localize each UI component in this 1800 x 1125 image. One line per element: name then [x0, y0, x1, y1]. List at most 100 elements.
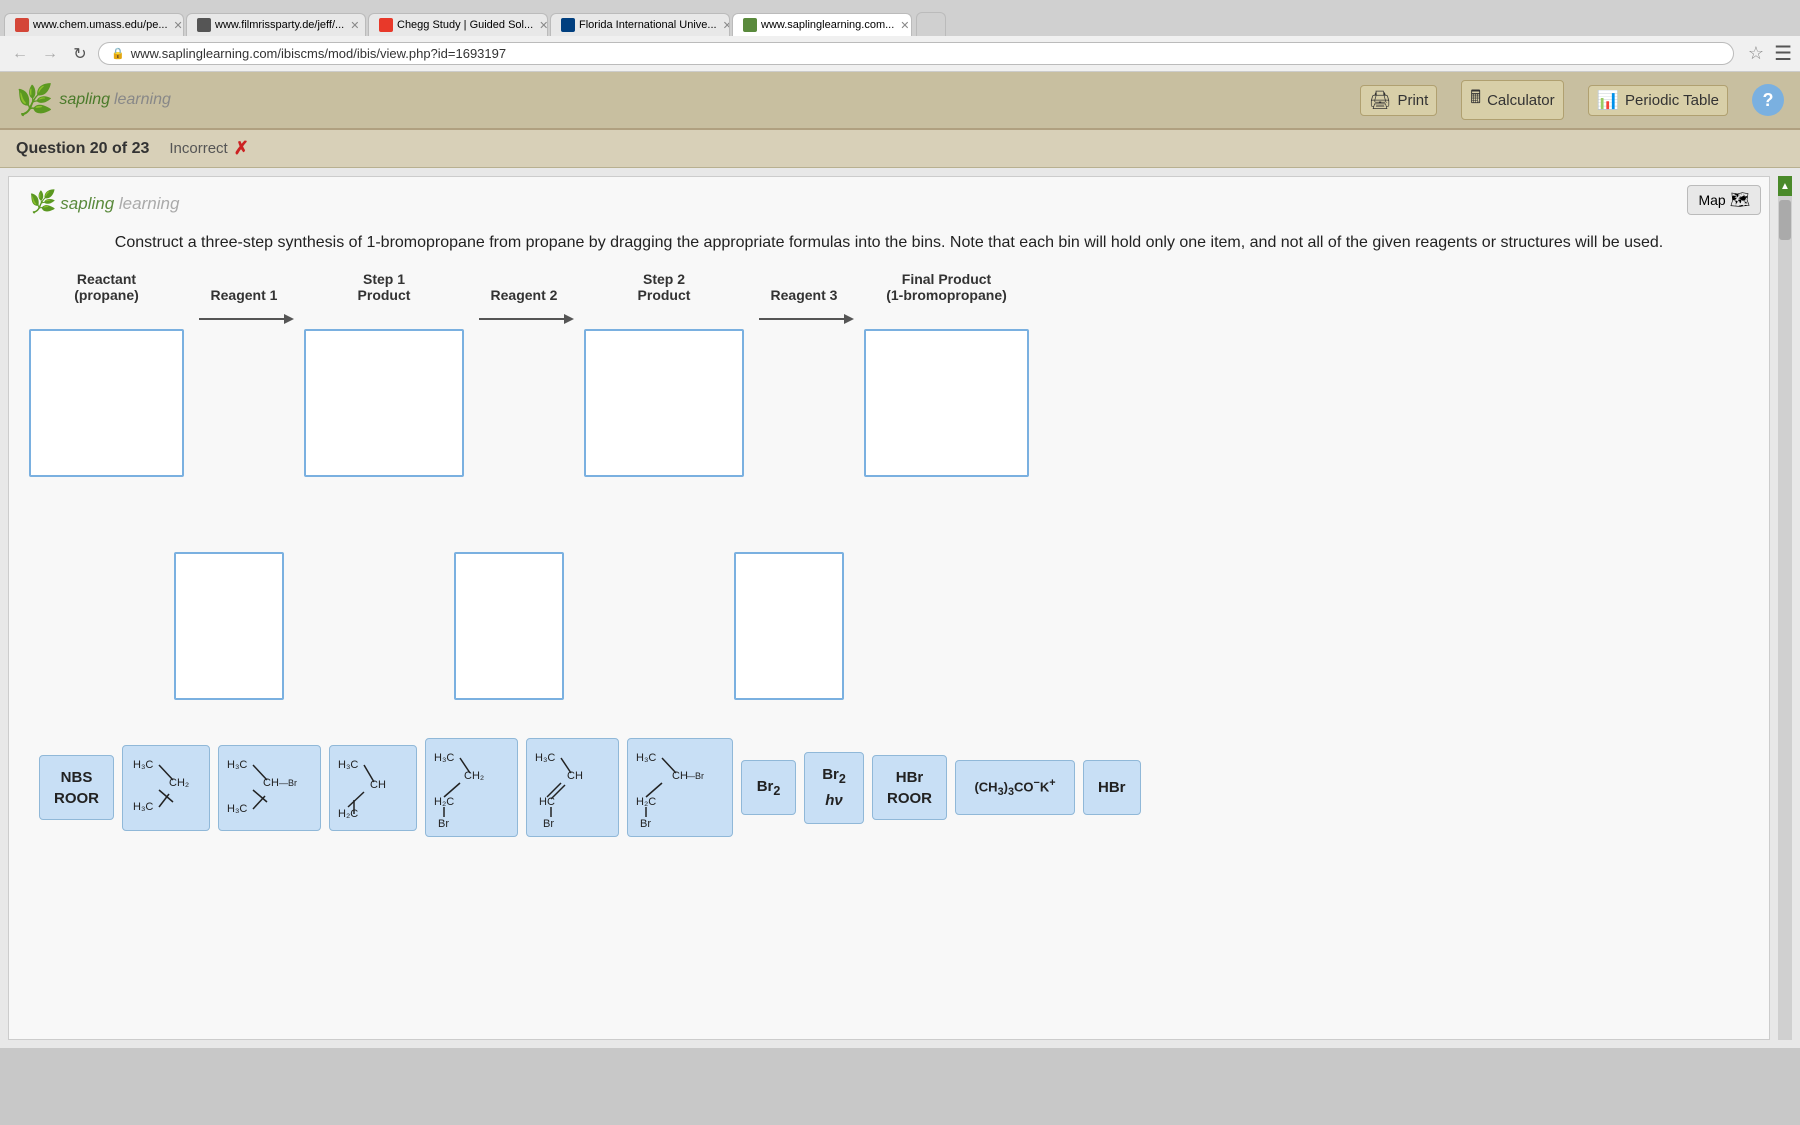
- drag-1brpropane-a[interactable]: H₃C CH₂ H₂C Br: [425, 738, 518, 837]
- tab-4-close[interactable]: ✕: [723, 19, 730, 32]
- drag-propene2[interactable]: H₃C CH HC Br: [526, 738, 619, 837]
- svg-text:H₃C: H₃C: [434, 752, 454, 764]
- tab-5-close[interactable]: ✕: [900, 19, 909, 32]
- svg-text:H₂C: H₂C: [338, 808, 358, 820]
- header-step1: Step 1Product: [304, 271, 464, 303]
- back-button[interactable]: ←: [8, 42, 32, 66]
- header-reactant: Reactant(propane): [29, 271, 184, 303]
- browser-chrome: www.chem.umass.edu/pe... ✕ www.filmrissp…: [0, 0, 1800, 72]
- svg-text:CH₂: CH₂: [169, 777, 189, 789]
- help-icon: ?: [1763, 90, 1774, 111]
- tab-4-label: Florida International Unive...: [579, 19, 717, 31]
- drag-1brpropane-b[interactable]: H₃C CH —Br H₂C Br: [627, 738, 733, 837]
- svg-text:—Br: —Br: [686, 771, 704, 781]
- help-button[interactable]: ?: [1752, 84, 1784, 116]
- sapling-wordmark: sapling learning: [59, 91, 171, 109]
- sapling-content-leaf-icon: 🌿: [29, 189, 56, 214]
- drag-items-area: NBSROOR H₃C CH₂ H₃C H₃C CH: [19, 722, 1161, 853]
- tab-4[interactable]: Florida International Unive... ✕: [550, 13, 730, 36]
- refresh-button[interactable]: ↻: [68, 42, 92, 66]
- status-text: Incorrect: [169, 140, 227, 157]
- question-header: Question 20 of 23 Incorrect ✗: [0, 130, 1800, 168]
- drag-tbutoxide[interactable]: (CH3)3CO−K+: [955, 760, 1075, 815]
- scrollbar-thumb[interactable]: [1779, 200, 1791, 240]
- drag-hbr[interactable]: HBr: [1083, 760, 1141, 815]
- tab-1-close[interactable]: ✕: [174, 19, 183, 32]
- lock-icon: 🔒: [111, 47, 125, 60]
- arrow-3-container: [744, 309, 864, 329]
- drag-br2[interactable]: Br2: [741, 760, 796, 815]
- propene-svg: H₃C CH H₂C: [338, 752, 408, 824]
- print-label: Print: [1397, 92, 1428, 109]
- drag-2brpropane[interactable]: H₃C CH —Br H₃C: [218, 745, 321, 831]
- drop-bin-step2[interactable]: [584, 329, 744, 477]
- svg-text:H₃C: H₃C: [227, 803, 247, 815]
- svg-text:H₃C: H₃C: [338, 759, 358, 771]
- synthesis-arrows-row: [29, 309, 1749, 329]
- 1brpropane-a-svg: H₃C CH₂ H₂C Br: [434, 745, 509, 830]
- tab-1-favicon: [15, 18, 29, 32]
- calculator-label: Calculator: [1487, 92, 1555, 109]
- map-button[interactable]: Map 🗺: [1687, 185, 1761, 215]
- print-button[interactable]: 🖨 Print: [1360, 85, 1438, 116]
- question-number: Question 20 of 23: [16, 140, 149, 158]
- scrollbar[interactable]: ▲: [1778, 176, 1792, 1040]
- svg-text:H₂C: H₂C: [434, 796, 454, 808]
- bookmark-icon[interactable]: ☆: [1748, 43, 1764, 64]
- drag-hbr-roor[interactable]: HBrROOR: [872, 755, 947, 820]
- tab-1-label: www.chem.umass.edu/pe...: [33, 19, 168, 31]
- drop-bin-step1[interactable]: [304, 329, 464, 477]
- tab-3-close[interactable]: ✕: [539, 19, 548, 32]
- svg-text:CH: CH: [370, 779, 386, 791]
- tab-3[interactable]: Chegg Study | Guided Sol... ✕: [368, 13, 548, 36]
- header-final: Final Product(1-bromopropane): [864, 271, 1029, 303]
- arrow-1-container: [184, 309, 304, 329]
- calculator-button[interactable]: 🖩 Calculator: [1461, 80, 1563, 120]
- forward-button[interactable]: →: [38, 42, 62, 66]
- tab-5[interactable]: www.saplinglearning.com... ✕: [732, 13, 912, 36]
- sapling-content-logo: 🌿 sapling learning: [9, 177, 1769, 219]
- drop-bin-reagent2[interactable]: [454, 552, 564, 700]
- arrow-2-svg: [474, 309, 574, 329]
- synthesis-headers: Reactant(propane) Reagent 1 Step 1Produc…: [29, 271, 1749, 309]
- tab-2-label: www.filmrissparty.de/jeff/...: [215, 19, 344, 31]
- drag-nbs-roor[interactable]: NBSROOR: [39, 755, 114, 820]
- drag-propane[interactable]: H₃C CH₂ H₃C: [122, 745, 210, 831]
- scrollbar-up-arrow[interactable]: ▲: [1778, 176, 1792, 196]
- drag-br2-hv[interactable]: Br2hν: [804, 752, 864, 824]
- print-icon: 🖨: [1369, 90, 1392, 111]
- tab-2-close[interactable]: ✕: [350, 19, 359, 32]
- up-arrow-icon: ▲: [1780, 181, 1790, 192]
- question-text-content: Construct a three-step synthesis of 1-br…: [115, 234, 1663, 251]
- tab-2[interactable]: www.filmrissparty.de/jeff/... ✕: [186, 13, 366, 36]
- drop-bin-reactant[interactable]: [29, 329, 184, 477]
- sapling-content-wordmark: sapling learning: [60, 194, 179, 213]
- svg-text:—Br: —Br: [279, 778, 297, 788]
- header-arrow2-spacer: Reagent 2: [464, 287, 584, 303]
- drag-propene[interactable]: H₃C CH H₂C: [329, 745, 417, 831]
- incorrect-x-icon: ✗: [234, 138, 249, 159]
- svg-text:H₃C: H₃C: [227, 759, 247, 771]
- br2-label: Br2: [757, 778, 781, 798]
- url-bar[interactable]: 🔒 www.saplinglearning.com/ibiscms/mod/ib…: [98, 42, 1734, 65]
- content-panel: Map 🗺 🌿 sapling learning Construct a thr…: [8, 176, 1770, 1040]
- status-badge: Incorrect ✗: [169, 138, 248, 159]
- question-text: Construct a three-step synthesis of 1-br…: [9, 219, 1769, 271]
- tab-4-favicon: [561, 18, 575, 32]
- drop-bin-reagent1[interactable]: [174, 552, 284, 700]
- svg-text:Br: Br: [543, 818, 554, 830]
- 1brpropane-b-svg: H₃C CH —Br H₂C Br: [636, 745, 724, 830]
- svg-text:H₃C: H₃C: [133, 801, 153, 813]
- header-reagent1: Reagent 1: [211, 287, 278, 303]
- hbr-roor-label: HBrROOR: [887, 767, 932, 809]
- drop-bin-reagent3[interactable]: [734, 552, 844, 700]
- periodic-table-button[interactable]: 📊 Periodic Table: [1588, 85, 1728, 116]
- tab-1[interactable]: www.chem.umass.edu/pe... ✕: [4, 13, 184, 36]
- header-arrow3-spacer: Reagent 3: [744, 287, 864, 303]
- tbutoxide-label: (CH3)3CO−K+: [974, 777, 1055, 798]
- menu-icon[interactable]: ☰: [1774, 41, 1792, 66]
- new-tab-button[interactable]: [916, 12, 946, 36]
- svg-text:H₂C: H₂C: [636, 796, 656, 808]
- svg-text:CH₂: CH₂: [464, 770, 484, 782]
- drop-bin-final[interactable]: [864, 329, 1029, 477]
